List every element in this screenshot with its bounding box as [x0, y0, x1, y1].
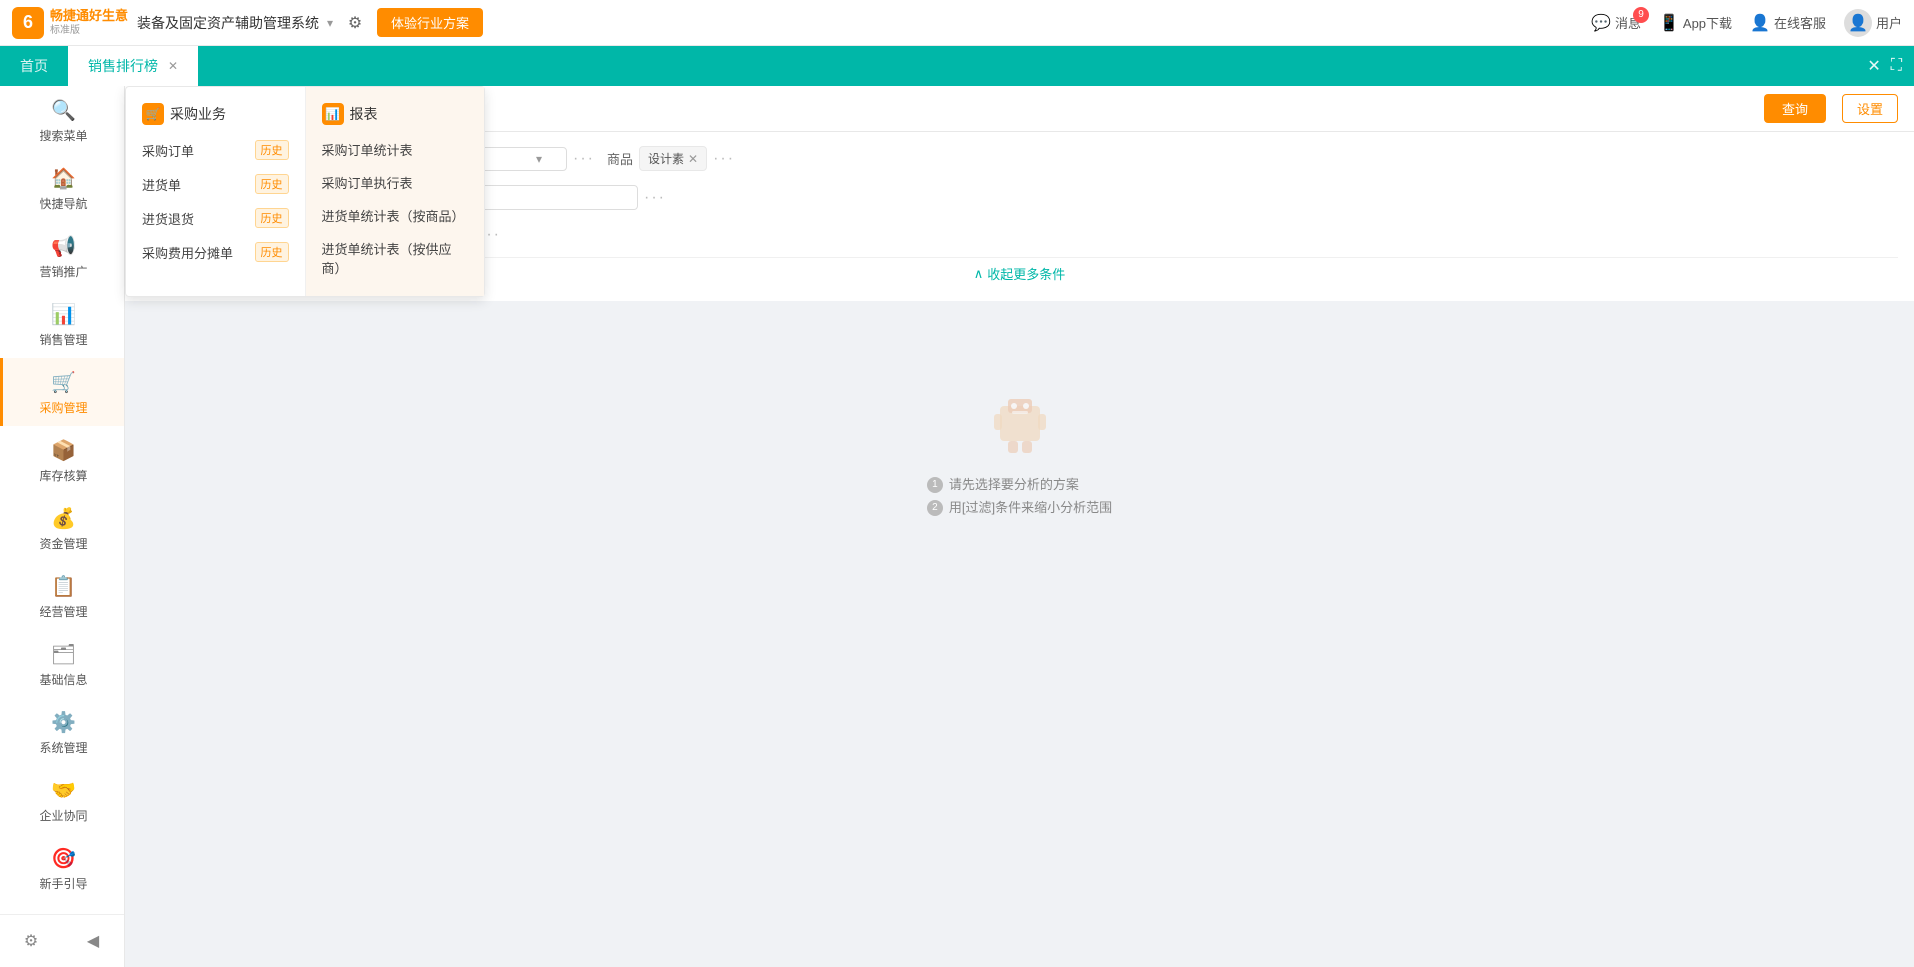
- return-history: 历史: [255, 208, 289, 228]
- receive-stats-supplier-label: 进货单统计表（按供应商）: [322, 239, 469, 277]
- dropdown-item-order-exec[interactable]: 采购订单执行表: [306, 166, 485, 199]
- purchase-col-icon: 🛒: [142, 103, 164, 125]
- order-stats-label: 采购订单统计表: [322, 140, 413, 159]
- dropdown-item-receive-stats-goods[interactable]: 进货单统计表（按商品）: [306, 199, 485, 232]
- dropdown-item-purchase-order[interactable]: 采购订单 历史: [126, 133, 305, 167]
- dropdown-report-header: 📊 报表: [306, 99, 485, 133]
- order-exec-label: 采购订单执行表: [322, 173, 413, 192]
- purchase-order-label: 采购订单: [142, 141, 194, 160]
- dropdown-item-return[interactable]: 进货退货 历史: [126, 201, 305, 235]
- dropdown-report-col: 📊 报表 采购订单统计表 采购订单执行表 进货单统计表（按商品） 进货单统计表（…: [306, 87, 485, 296]
- receive-stats-goods-label: 进货单统计表（按商品）: [322, 206, 465, 225]
- dropdown-item-expense[interactable]: 采购费用分摊单 历史: [126, 235, 305, 269]
- dropdown-purchase-col: 🛒 采购业务 采购订单 历史 进货单 历史 进货退货 历史 采购费用分摊单 历史: [126, 87, 306, 296]
- dropdown-purchase-header: 🛒 采购业务: [126, 99, 305, 133]
- main-layout: 🔍 搜索菜单 🏠 快捷导航 📢 营销推广 📊 销售管理 🛒 采购管理 📦 库存核…: [0, 86, 1914, 967]
- receive-label: 进货单: [142, 175, 181, 194]
- dropdown-item-receive-stats-supplier[interactable]: 进货单统计表（按供应商）: [306, 232, 485, 284]
- report-col-title: 报表: [350, 104, 378, 124]
- purchase-order-history: 历史: [255, 140, 289, 160]
- receive-history: 历史: [255, 174, 289, 194]
- purchase-dropdown-menu: 🛒 采购业务 采购订单 历史 进货单 历史 进货退货 历史 采购费用分摊单 历史: [125, 86, 485, 297]
- purchase-col-title: 采购业务: [170, 104, 226, 124]
- return-label: 进货退货: [142, 209, 194, 228]
- expense-history: 历史: [255, 242, 289, 262]
- expense-label: 采购费用分摊单: [142, 243, 233, 262]
- report-col-icon: 📊: [322, 103, 344, 125]
- dropdown-item-order-stats[interactable]: 采购订单统计表: [306, 133, 485, 166]
- dropdown-item-receive[interactable]: 进货单 历史: [126, 167, 305, 201]
